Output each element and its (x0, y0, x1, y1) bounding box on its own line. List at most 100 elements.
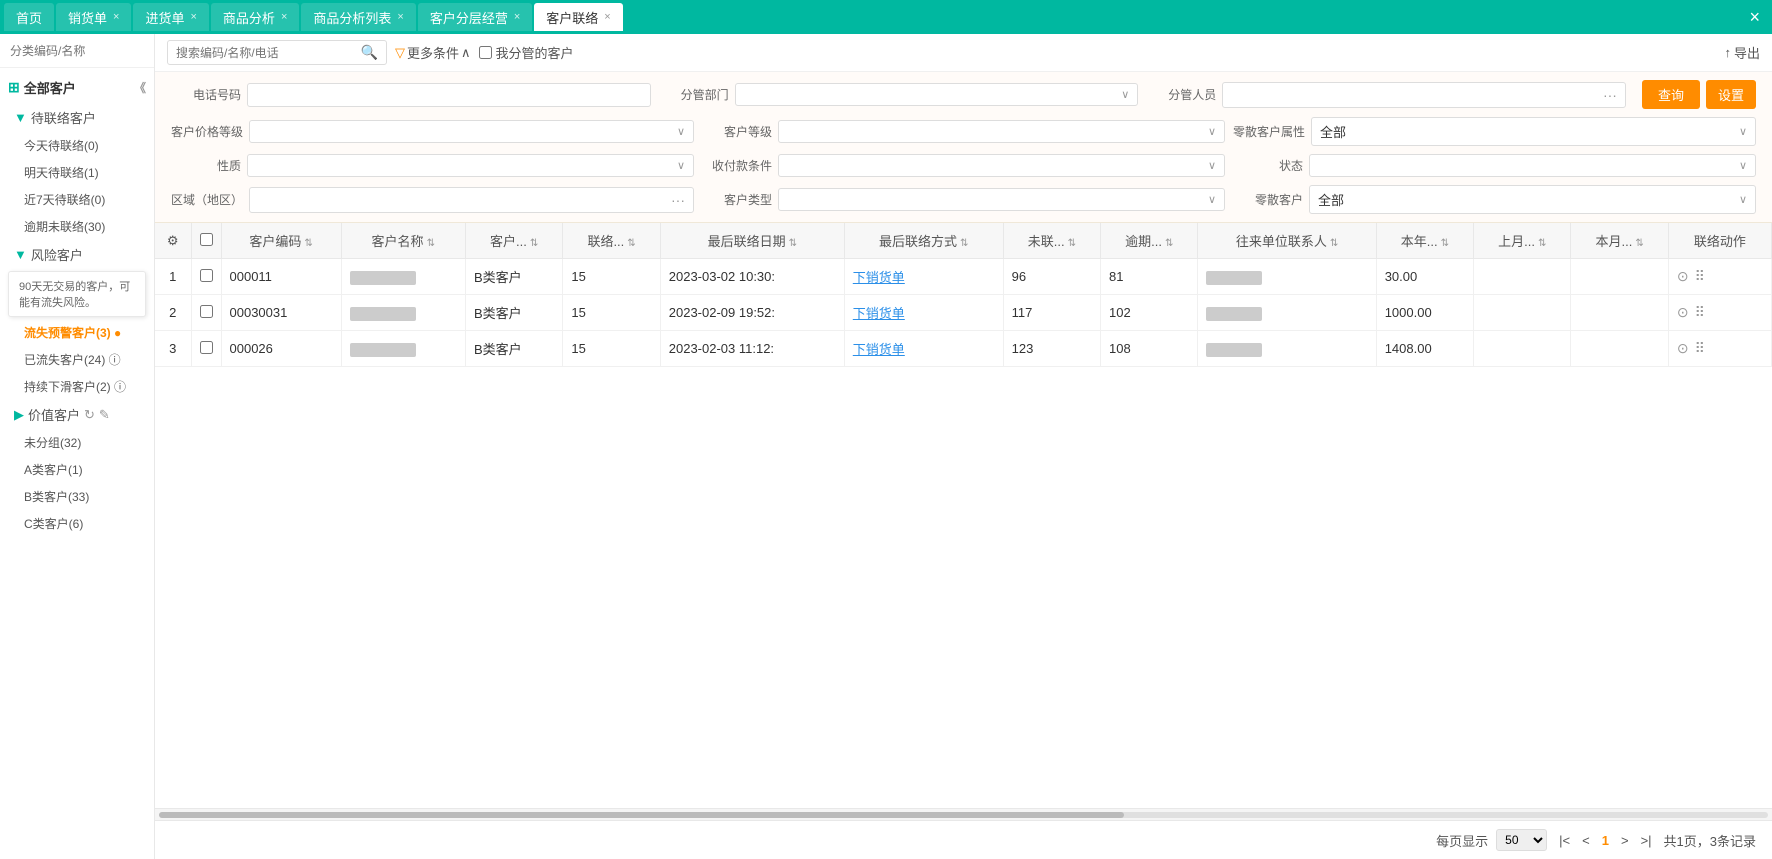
sidebar-search-input[interactable] (10, 44, 165, 58)
col-settings[interactable]: ⚙ (155, 223, 191, 259)
filter-type-select[interactable]: ∨ (778, 188, 1225, 211)
sort-icon-contact[interactable]: ⇅ (627, 238, 635, 249)
query-button[interactable]: 查询 (1642, 80, 1700, 109)
filter-retail-attr-select[interactable]: 全部 ∨ (1311, 117, 1756, 146)
contact-icon[interactable]: ⊙ (1677, 268, 1689, 285)
filter-phone-input[interactable] (247, 83, 651, 107)
filter-person-field: 分管人员 ··· (1146, 82, 1626, 108)
my-customers-checkbox[interactable] (479, 46, 492, 59)
tab-close-sales[interactable]: × (113, 11, 119, 23)
sort-icon-tmonth[interactable]: ⇅ (1635, 238, 1643, 249)
more-actions-icon[interactable]: ⠿ (1695, 268, 1705, 285)
page-current[interactable]: 1 (1598, 831, 1613, 850)
tab-close-purchase[interactable]: × (190, 11, 196, 23)
main-search-input[interactable] (176, 46, 361, 60)
sort-icon-person[interactable]: ⇅ (1330, 238, 1338, 249)
filter-area-select[interactable]: ··· (249, 187, 694, 213)
cell-last-method[interactable]: 下销货单 (844, 331, 1003, 367)
sidebar-all-customers[interactable]: ⊞ 全部客户 《 (0, 72, 154, 103)
method-link[interactable]: 下销货单 (853, 306, 905, 321)
my-customers-checkbox-label[interactable]: 我分管的客户 (479, 43, 574, 62)
cell-last-method[interactable]: 下销货单 (844, 259, 1003, 295)
tab-sales[interactable]: 销货单 × (56, 3, 131, 31)
sidebar-item-b-class[interactable]: B类客户(33) (0, 483, 154, 510)
cell-last-method[interactable]: 下销货单 (844, 295, 1003, 331)
refresh-icon[interactable]: ↻ (84, 407, 95, 423)
horizontal-scrollbar[interactable] (155, 808, 1772, 820)
tab-purchase[interactable]: 进货单 × (133, 3, 208, 31)
select-all-checkbox[interactable] (200, 233, 213, 246)
arrow-down-icon: ▼ (14, 110, 27, 125)
sort-icon-date[interactable]: ⇅ (789, 238, 797, 249)
filter-payment-select[interactable]: ∨ (778, 154, 1225, 177)
dots-icon[interactable]: ··· (1603, 87, 1617, 103)
filter-retail-select[interactable]: 全部 ∨ (1309, 185, 1756, 214)
sidebar-item-overdue[interactable]: 逾期未联络(30) (0, 213, 154, 240)
sort-icon-code[interactable]: ⇅ (304, 238, 312, 249)
sort-icon-type[interactable]: ⇅ (530, 238, 538, 249)
edit-icon[interactable]: ✎ (99, 407, 110, 423)
filter-gender-select[interactable]: ∨ (247, 154, 694, 177)
sort-icon-lmonth[interactable]: ⇅ (1538, 238, 1546, 249)
row-checkbox[interactable] (200, 269, 213, 282)
sidebar-section-risk[interactable]: ▼ 风险客户 (0, 240, 154, 269)
filter-status-select[interactable]: ∨ (1309, 154, 1756, 177)
tab-customer-contact[interactable]: 客户联络 × (534, 3, 622, 31)
tab-home[interactable]: 首页 (4, 3, 54, 31)
sort-icon-name[interactable]: ⇅ (427, 238, 435, 249)
sidebar-item-declining[interactable]: 持续下滑客户(2) ⓘ (0, 373, 154, 400)
page-first[interactable]: |< (1555, 831, 1574, 850)
col-checkbox-header[interactable] (191, 223, 221, 259)
export-button[interactable]: ↑ 导出 (1724, 43, 1760, 62)
filter-retail-attr-label: 零散客户属性 (1233, 123, 1305, 140)
tab-product-analysis[interactable]: 商品分析 × (211, 3, 299, 31)
page-next[interactable]: > (1617, 831, 1633, 850)
contact-icon[interactable]: ⊙ (1677, 304, 1689, 321)
page-prev[interactable]: < (1578, 831, 1594, 850)
tab-close-list[interactable]: × (397, 11, 403, 23)
row-checkbox[interactable] (200, 305, 213, 318)
tab-customer-tier[interactable]: 客户分层经营 × (418, 3, 532, 31)
cell-check[interactable] (191, 331, 221, 367)
sidebar-section-pending[interactable]: ▼ 待联络客户 (0, 103, 154, 132)
page-last[interactable]: >| (1637, 831, 1656, 850)
filter-payment-field: 收付款条件 ∨ (702, 154, 1225, 177)
method-link[interactable]: 下销货单 (853, 342, 905, 357)
sort-icon-overdue[interactable]: ⇅ (1165, 238, 1173, 249)
sort-icon-unlisted[interactable]: ⇅ (1068, 238, 1076, 249)
sort-icon-year[interactable]: ⇅ (1441, 238, 1449, 249)
method-link[interactable]: 下销货单 (853, 270, 905, 285)
sidebar-item-a-class[interactable]: A类客户(1) (0, 456, 154, 483)
tab-close-contact[interactable]: × (604, 11, 610, 23)
tab-product-list[interactable]: 商品分析列表 × (301, 3, 415, 31)
sidebar-item-churn-warning[interactable]: 流失预警客户(3) ● (0, 319, 154, 346)
tab-close-tier[interactable]: × (514, 11, 520, 23)
filter-price-select[interactable]: ∨ (249, 120, 694, 143)
filter-more-button[interactable]: ▽ 更多条件 ∧ (395, 43, 471, 62)
close-window-button[interactable]: × (1741, 7, 1768, 28)
search-execute-icon[interactable]: 🔍 (361, 44, 378, 61)
filter-level-select[interactable]: ∨ (778, 120, 1225, 143)
more-actions-icon[interactable]: ⠿ (1695, 340, 1705, 357)
sidebar-section-value[interactable]: ▶ 价值客户 ↻ ✎ (0, 400, 154, 429)
sidebar-item-c-class[interactable]: C类客户(6) (0, 510, 154, 537)
sidebar-item-churned[interactable]: 已流失客户(24) ⓘ (0, 346, 154, 373)
col-type: 客户...⇅ (465, 223, 562, 259)
more-actions-icon[interactable]: ⠿ (1695, 304, 1705, 321)
sidebar-item-tomorrow[interactable]: 明天待联络(1) (0, 159, 154, 186)
sidebar-item-today[interactable]: 今天待联络(0) (0, 132, 154, 159)
scrollbar-thumb[interactable] (159, 812, 1124, 818)
sidebar-item-7days[interactable]: 近7天待联络(0) (0, 186, 154, 213)
cell-check[interactable] (191, 259, 221, 295)
cell-check[interactable] (191, 295, 221, 331)
settings-button[interactable]: 设置 (1706, 80, 1756, 109)
row-checkbox[interactable] (200, 341, 213, 354)
dots-icon2[interactable]: ··· (671, 192, 685, 208)
filter-person-select[interactable]: ··· (1222, 82, 1626, 108)
sidebar-item-ungrouped[interactable]: 未分组(32) (0, 429, 154, 456)
contact-icon[interactable]: ⊙ (1677, 340, 1689, 357)
tab-close-analysis[interactable]: × (281, 11, 287, 23)
filter-dept-select[interactable]: ∨ (735, 83, 1139, 106)
per-page-select[interactable]: 50 100 200 (1496, 829, 1547, 851)
sort-icon-method[interactable]: ⇅ (960, 238, 968, 249)
